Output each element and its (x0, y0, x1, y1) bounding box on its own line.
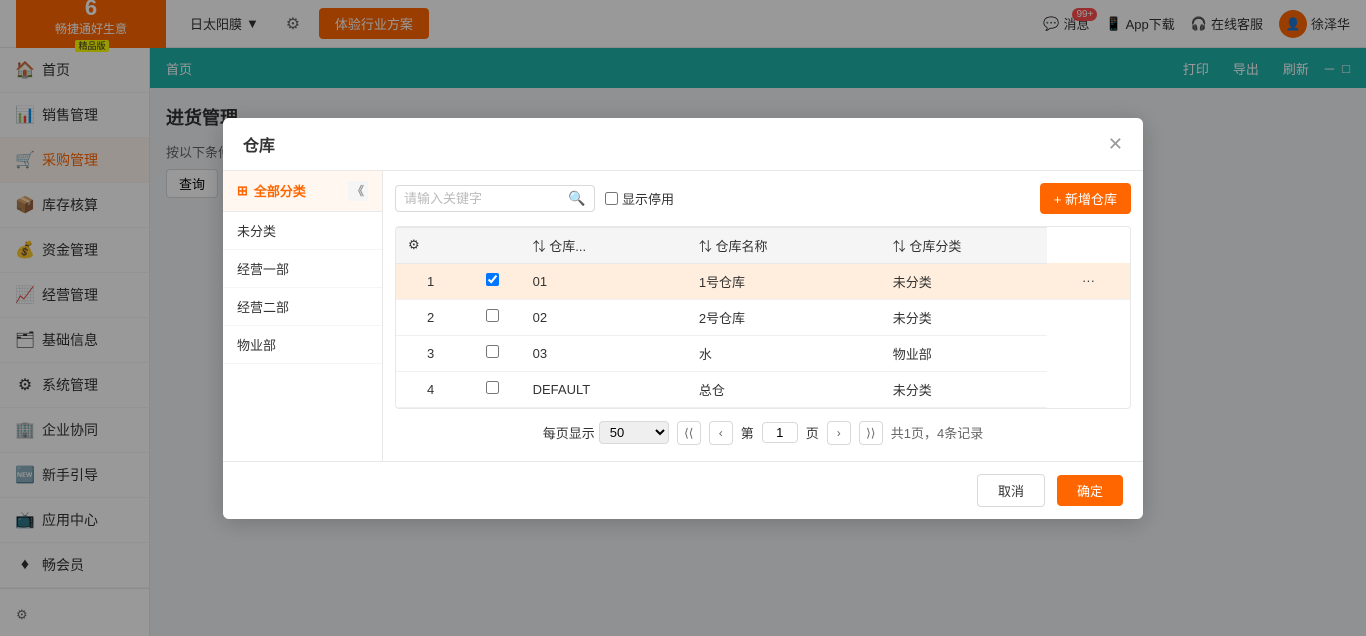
table-body: 1 01 1号仓库 未分类 ··· 2 02 2号仓库 未分类 3 03 水 物… (396, 263, 1130, 407)
row-index: 2 (396, 299, 465, 335)
cancel-button[interactable]: 取消 (977, 474, 1045, 507)
col-header-code[interactable]: ⇅ 仓库... (521, 227, 687, 263)
page-info: 共1页，4条记录 (891, 423, 983, 442)
modal-overlay: 仓库 ✕ ⊞ 全部分类 《 未分类经营一部经营二部物业部 🔍 (0, 0, 1366, 636)
row-code: 01 (521, 263, 687, 299)
category-panel: ⊞ 全部分类 《 未分类经营一部经营二部物业部 (223, 171, 383, 461)
sort-icon-cat: ⇅ (893, 239, 906, 254)
row-category: 未分类 (881, 299, 1047, 335)
warehouse-table-container: ⚙ ⇅ 仓库... ⇅ 仓库名称 ⇅ 仓库分类 (395, 226, 1131, 409)
table-row[interactable]: 3 03 水 物业部 (396, 335, 1130, 371)
page-size-dropdown[interactable]: 20 50 100 (599, 421, 669, 444)
search-input[interactable] (404, 191, 564, 206)
search-icon: 🔍 (568, 190, 585, 207)
row-actions[interactable]: ··· (1047, 263, 1130, 299)
collapse-button[interactable]: 《 (348, 181, 368, 201)
category-item[interactable]: 未分类 (223, 212, 382, 250)
show-disabled-checkbox[interactable] (605, 192, 618, 205)
row-name: 2号仓库 (687, 299, 881, 335)
category-list: 未分类经营一部经营二部物业部 (223, 212, 382, 364)
table-row[interactable]: 2 02 2号仓库 未分类 (396, 299, 1130, 335)
row-category: 物业部 (881, 335, 1047, 371)
row-checkbox[interactable] (486, 345, 499, 358)
row-checkbox[interactable] (486, 309, 499, 322)
row-name: 1号仓库 (687, 263, 881, 299)
add-warehouse-button[interactable]: + 新增仓库 (1040, 183, 1131, 214)
confirm-button[interactable]: 确定 (1057, 475, 1123, 506)
page-label: 第 (741, 423, 754, 442)
category-item[interactable]: 经营二部 (223, 288, 382, 326)
category-item[interactable]: 物业部 (223, 326, 382, 364)
page-size-select: 每页显示 20 50 100 (543, 421, 669, 444)
grid-icon: ⊞ (237, 183, 248, 199)
dialog-footer: 取消 确定 (223, 461, 1143, 519)
pagination: 每页显示 20 50 100 ⟨⟨ ‹ 第 页 › ⟩⟩ 共1页，4条记录 (395, 409, 1131, 449)
row-checkbox-cell (465, 263, 520, 299)
page-unit: 页 (806, 423, 819, 442)
row-name: 水 (687, 335, 881, 371)
row-code: 03 (521, 335, 687, 371)
page-size-label: 每页显示 (543, 423, 595, 442)
category-header[interactable]: ⊞ 全部分类 《 (223, 171, 382, 212)
table-header: ⚙ ⇅ 仓库... ⇅ 仓库名称 ⇅ 仓库分类 (396, 227, 1130, 263)
row-checkbox-cell (465, 371, 520, 407)
show-disabled-text: 显示停用 (622, 189, 674, 208)
search-wrap: 🔍 (395, 185, 595, 212)
col-header-category[interactable]: ⇅ 仓库分类 (881, 227, 1047, 263)
row-checkbox[interactable] (486, 273, 499, 286)
last-page-button[interactable]: ⟩⟩ (859, 421, 883, 445)
dialog-header: 仓库 ✕ (223, 118, 1143, 171)
col-header-name[interactable]: ⇅ 仓库名称 (687, 227, 881, 263)
content-panel: 🔍 显示停用 + 新增仓库 ⚙ (383, 171, 1143, 461)
prev-page-button[interactable]: ‹ (709, 421, 733, 445)
table-row[interactable]: 4 DEFAULT 总仓 未分类 (396, 371, 1130, 407)
row-code: DEFAULT (521, 371, 687, 407)
row-index: 4 (396, 371, 465, 407)
dialog-body: ⊞ 全部分类 《 未分类经营一部经营二部物业部 🔍 显示停用 (223, 171, 1143, 461)
page-number-input[interactable] (762, 422, 798, 443)
dialog-close-button[interactable]: ✕ (1108, 135, 1123, 153)
row-index: 1 (396, 263, 465, 299)
col-header-check (465, 227, 520, 263)
row-code: 02 (521, 299, 687, 335)
dialog-title: 仓库 (243, 132, 275, 156)
row-name: 总仓 (687, 371, 881, 407)
row-category: 未分类 (881, 263, 1047, 299)
row-checkbox[interactable] (486, 381, 499, 394)
sort-icon-name: ⇅ (699, 239, 712, 254)
warehouse-dialog: 仓库 ✕ ⊞ 全部分类 《 未分类经营一部经营二部物业部 🔍 (223, 118, 1143, 519)
sort-icon: ⇅ (533, 239, 546, 254)
table-row[interactable]: 1 01 1号仓库 未分类 ··· (396, 263, 1130, 299)
row-checkbox-cell (465, 335, 520, 371)
toolbar: 🔍 显示停用 + 新增仓库 (395, 183, 1131, 214)
category-item[interactable]: 经营一部 (223, 250, 382, 288)
show-disabled-label[interactable]: 显示停用 (605, 189, 674, 208)
first-page-button[interactable]: ⟨⟨ (677, 421, 701, 445)
row-checkbox-cell (465, 299, 520, 335)
category-header-label: 全部分类 (254, 181, 306, 200)
next-page-button[interactable]: › (827, 421, 851, 445)
row-category: 未分类 (881, 371, 1047, 407)
warehouse-table: ⚙ ⇅ 仓库... ⇅ 仓库名称 ⇅ 仓库分类 (396, 227, 1130, 408)
col-header-settings[interactable]: ⚙ (396, 227, 465, 263)
row-index: 3 (396, 335, 465, 371)
